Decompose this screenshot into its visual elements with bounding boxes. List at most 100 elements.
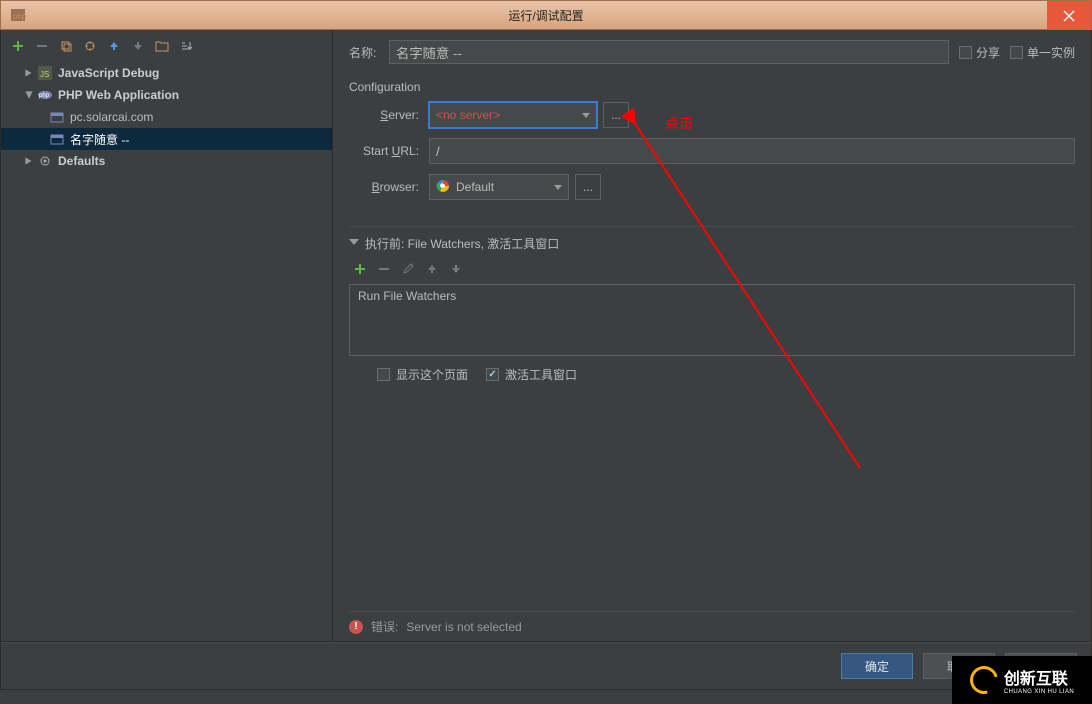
- sort-button[interactable]: [175, 35, 197, 57]
- activate-tool-label: 激活工具窗口: [505, 366, 577, 383]
- up-button[interactable]: [103, 35, 125, 57]
- starturl-label: Start URL:: [349, 144, 429, 158]
- config-tree[interactable]: JS JavaScript Debug php PHP Web Applicat…: [1, 62, 332, 641]
- server-label: Server:: [349, 108, 429, 122]
- bl-remove-button[interactable]: [373, 258, 395, 280]
- browser-browse-button[interactable]: ...: [575, 174, 601, 200]
- wrench-icon: [84, 40, 96, 52]
- chevron-down-icon: [554, 185, 562, 190]
- error-icon: !: [349, 620, 363, 634]
- titlebar: php 运行/调试配置: [0, 0, 1092, 30]
- svg-text:php: php: [13, 12, 27, 21]
- browser-row: Browser: Default ...: [349, 174, 1075, 200]
- bl-add-button[interactable]: [349, 258, 371, 280]
- plus-icon: [354, 263, 366, 275]
- minus-icon: [378, 263, 390, 275]
- js-icon: JS: [37, 65, 53, 81]
- remove-button[interactable]: [31, 35, 53, 57]
- bl-down-button[interactable]: [445, 258, 467, 280]
- folder-icon: [155, 40, 169, 52]
- checkbox-icon: [1010, 46, 1023, 59]
- chevron-down-icon: [349, 239, 359, 249]
- configuration-section: Server: <no server> ... Start URL: Brows…: [349, 102, 1075, 227]
- name-input[interactable]: [389, 40, 949, 64]
- down-button[interactable]: [127, 35, 149, 57]
- watermark-sub: CHUANG XIN HU LIAN: [1004, 689, 1074, 695]
- watermark-brand: 创新互联: [1004, 665, 1074, 689]
- before-launch-label: 执行前: File Watchers, 激活工具窗口: [365, 235, 559, 252]
- show-page-checkbox[interactable]: 显示这个页面: [377, 366, 468, 383]
- tree-node-php-web[interactable]: php PHP Web Application: [1, 84, 332, 106]
- single-instance-checkbox[interactable]: 单一实例: [1010, 44, 1075, 61]
- tree-label: pc.solarcai.com: [70, 110, 153, 124]
- collapse-arrow-icon: [23, 155, 35, 167]
- window-title: 运行/调试配置: [508, 7, 583, 24]
- arrow-down-icon: [451, 264, 461, 274]
- checkbox-checked-icon: ✓: [486, 368, 499, 381]
- watermark: 创新互联 CHUANG XIN HU LIAN: [952, 656, 1092, 704]
- svg-text:php: php: [39, 93, 50, 99]
- browser-label: Browser:: [349, 180, 429, 194]
- checkbox-icon: [377, 368, 390, 381]
- settings-button[interactable]: [79, 35, 101, 57]
- pencil-icon: [402, 263, 414, 275]
- tree-label: Defaults: [58, 154, 105, 168]
- chrome-icon: [436, 179, 450, 196]
- collapse-arrow-icon: [23, 67, 35, 79]
- folder-button[interactable]: [151, 35, 173, 57]
- close-icon: [1063, 10, 1075, 22]
- checkbox-icon: [959, 46, 972, 59]
- share-checkbox[interactable]: 分享: [959, 44, 1000, 61]
- php-app-icon: [49, 109, 65, 125]
- arrow-down-icon: [133, 41, 143, 51]
- copy-button[interactable]: [55, 35, 77, 57]
- php-app-icon: [49, 131, 65, 147]
- error-bar: ! 错误: Server is not selected: [349, 611, 1075, 641]
- server-combo[interactable]: <no server>: [429, 102, 597, 128]
- add-button[interactable]: [7, 35, 29, 57]
- chevron-down-icon: [582, 113, 590, 118]
- main-area: JS JavaScript Debug php PHP Web Applicat…: [0, 30, 1092, 642]
- before-launch-toolbar: [349, 258, 1075, 280]
- starturl-input[interactable]: [429, 138, 1075, 164]
- name-row: 名称: 分享 单一实例: [349, 40, 1075, 64]
- plus-icon: [12, 40, 24, 52]
- task-list[interactable]: Run File Watchers: [349, 284, 1075, 356]
- tree-label: JavaScript Debug: [58, 66, 159, 80]
- watermark-logo-icon: [965, 661, 1003, 699]
- arrow-up-icon: [109, 41, 119, 51]
- show-page-label: 显示这个页面: [396, 366, 468, 383]
- tree-node-js-debug[interactable]: JS JavaScript Debug: [1, 62, 332, 84]
- tree-item-solarcai[interactable]: pc.solarcai.com: [1, 106, 332, 128]
- close-button[interactable]: [1047, 1, 1091, 30]
- content-panel: 名称: 分享 单一实例 Configuration Server: <no se…: [333, 30, 1091, 641]
- browser-combo[interactable]: Default: [429, 174, 569, 200]
- error-label: 错误:: [371, 618, 398, 635]
- tree-label: 名字随意 --: [70, 131, 129, 148]
- server-value: <no server>: [436, 108, 500, 122]
- single-label: 单一实例: [1027, 44, 1075, 61]
- settings-icon: [37, 153, 53, 169]
- expand-arrow-icon: [23, 89, 35, 101]
- bl-edit-button[interactable]: [397, 258, 419, 280]
- starturl-row: Start URL:: [349, 138, 1075, 164]
- browser-value: Default: [456, 180, 494, 194]
- activate-tool-checkbox[interactable]: ✓ 激活工具窗口: [486, 366, 577, 383]
- tree-node-defaults[interactable]: Defaults: [1, 150, 332, 172]
- arrow-up-icon: [427, 264, 437, 274]
- tree-item-selected[interactable]: 名字随意 --: [1, 128, 332, 150]
- error-message: Server is not selected: [406, 620, 521, 634]
- sort-icon: [180, 40, 192, 52]
- bl-up-button[interactable]: [421, 258, 443, 280]
- name-label: 名称:: [349, 44, 379, 61]
- sidebar-toolbar: [1, 30, 332, 62]
- share-label: 分享: [976, 44, 1000, 61]
- php-icon: php: [37, 87, 53, 103]
- before-launch-header[interactable]: 执行前: File Watchers, 激活工具窗口: [349, 235, 1075, 252]
- server-browse-button[interactable]: ...: [603, 102, 629, 128]
- minus-icon: [36, 40, 48, 52]
- copy-icon: [60, 40, 72, 52]
- task-item[interactable]: Run File Watchers: [358, 289, 1066, 303]
- options-row: 显示这个页面 ✓ 激活工具窗口: [349, 366, 1075, 383]
- ok-button[interactable]: 确定: [841, 653, 913, 679]
